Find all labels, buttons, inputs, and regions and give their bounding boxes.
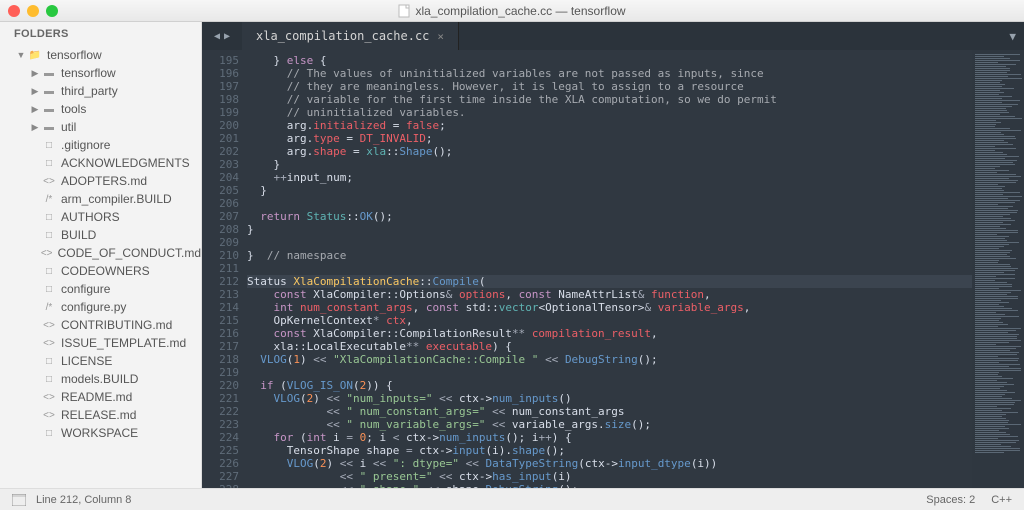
- tree-file[interactable]: □WORKSPACE: [0, 424, 201, 442]
- tree-folder[interactable]: ▶▬util: [0, 118, 201, 136]
- code-editor[interactable]: 195 196 197 198 199 200 201 202 203 204 …: [202, 50, 1024, 488]
- tree-file[interactable]: <>ISSUE_TEMPLATE.md: [0, 334, 201, 352]
- tab-label: xla_compilation_cache.cc: [256, 29, 429, 43]
- status-language[interactable]: C++: [991, 494, 1012, 506]
- code-content[interactable]: } else { // The values of uninitialized …: [247, 50, 972, 488]
- close-window-button[interactable]: [8, 5, 20, 17]
- tree-file[interactable]: □ACKNOWLEDGMENTS: [0, 154, 201, 172]
- line-gutter: 195 196 197 198 199 200 201 202 203 204 …: [202, 50, 247, 488]
- status-bar: Line 212, Column 8 Spaces: 2 C++: [0, 488, 1024, 510]
- tree-folder[interactable]: ▶▬tools: [0, 100, 201, 118]
- sidebar: FOLDERS ▼📁tensorflow▶▬tensorflow▶▬third_…: [0, 22, 202, 488]
- tree-folder[interactable]: ▶▬tensorflow: [0, 64, 201, 82]
- tree-file[interactable]: □LICENSE: [0, 352, 201, 370]
- tree-file[interactable]: □CODEOWNERS: [0, 262, 201, 280]
- tree-file[interactable]: □configure: [0, 280, 201, 298]
- tab-active[interactable]: xla_compilation_cache.cc ×: [242, 22, 459, 50]
- tree-folder[interactable]: ▶▬third_party: [0, 82, 201, 100]
- tree-file[interactable]: <>ADOPTERS.md: [0, 172, 201, 190]
- tree-file[interactable]: <>CODE_OF_CONDUCT.md: [0, 244, 201, 262]
- window-titlebar: xla_compilation_cache.cc — tensorflow: [0, 0, 1024, 22]
- window-title: xla_compilation_cache.cc — tensorflow: [0, 4, 1024, 18]
- status-cursor[interactable]: Line 212, Column 8: [36, 494, 131, 506]
- tree-file[interactable]: <>README.md: [0, 388, 201, 406]
- maximize-window-button[interactable]: [46, 5, 58, 17]
- tree-root[interactable]: ▼📁tensorflow: [0, 46, 201, 64]
- editor-area: ◀ ▶ xla_compilation_cache.cc × ▼ 195 196…: [202, 22, 1024, 488]
- tree-file[interactable]: □.gitignore: [0, 136, 201, 154]
- tab-nav: ◀ ▶: [202, 22, 242, 50]
- tree-file[interactable]: □BUILD: [0, 226, 201, 244]
- tree-file[interactable]: <>RELEASE.md: [0, 406, 201, 424]
- tab-next-icon[interactable]: ▶: [224, 31, 230, 42]
- tab-bar: ◀ ▶ xla_compilation_cache.cc × ▼: [202, 22, 1024, 50]
- status-spaces[interactable]: Spaces: 2: [926, 494, 975, 506]
- tree-file[interactable]: □models.BUILD: [0, 370, 201, 388]
- tree-file[interactable]: /*configure.py: [0, 298, 201, 316]
- tree-file[interactable]: /*arm_compiler.BUILD: [0, 190, 201, 208]
- traffic-lights: [8, 5, 58, 17]
- document-icon: [398, 4, 410, 18]
- sidebar-header: FOLDERS: [0, 22, 201, 44]
- close-tab-icon[interactable]: ×: [437, 30, 444, 43]
- console-icon[interactable]: [12, 494, 26, 506]
- tab-prev-icon[interactable]: ◀: [214, 31, 220, 42]
- tree-file[interactable]: <>CONTRIBUTING.md: [0, 316, 201, 334]
- minimap[interactable]: [972, 50, 1024, 488]
- tree-file[interactable]: □AUTHORS: [0, 208, 201, 226]
- tab-menu-icon[interactable]: ▼: [1009, 30, 1016, 43]
- minimize-window-button[interactable]: [27, 5, 39, 17]
